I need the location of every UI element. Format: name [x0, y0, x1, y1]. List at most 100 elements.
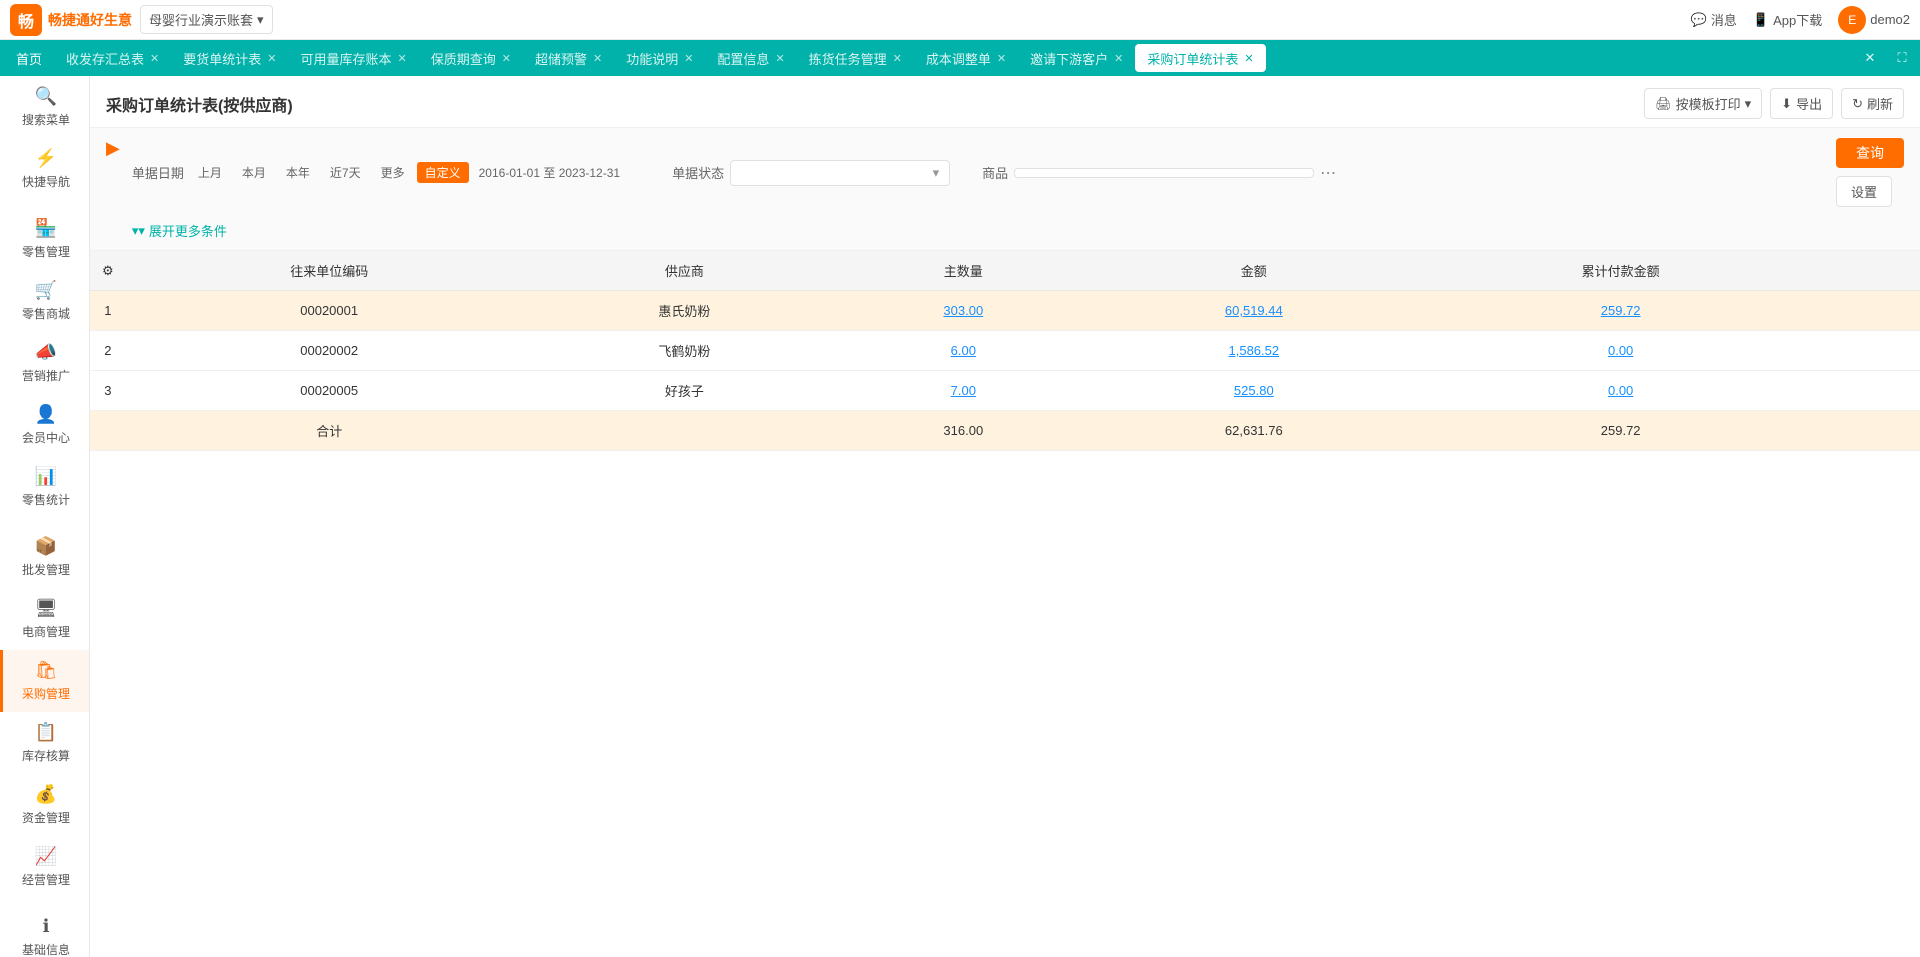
col-paid-header: 累计付款金额 [1417, 251, 1824, 291]
content-area: 采购订单统计表(按供应商) 🖨 按模板打印 ▾ ⬇ 导出 ↻ 刷新 [90, 76, 1920, 957]
tab-purchase-stats[interactable]: 采购订单统计表 ✕ [1135, 44, 1265, 72]
sidebar-item-purchase[interactable]: 🛍 采购管理 [0, 650, 89, 712]
sidebar-item-retail-store[interactable]: 🛒 零售商城 [0, 270, 89, 332]
tab-close-icon[interactable]: ✕ [593, 52, 602, 65]
sidebar-item-operation[interactable]: 📈 经营管理 [0, 836, 89, 898]
tab-close-icon[interactable]: ✕ [775, 52, 784, 65]
printer-icon: 🖨 [1655, 96, 1672, 112]
footer-empty [90, 411, 126, 451]
filter-collapse-icon[interactable]: ▶ [106, 138, 120, 159]
tab-function-desc[interactable]: 功能说明 ✕ [614, 44, 705, 72]
sidebar-item-quick-nav[interactable]: ⚡ 快捷导航 [0, 138, 89, 200]
page-title: 采购订单统计表(按供应商) [106, 92, 293, 116]
row-no: 2 [90, 331, 126, 371]
tab-receive-send[interactable]: 收发存汇总表 ✕ [54, 44, 171, 72]
sidebar-item-finance[interactable]: 💰 资金管理 [0, 774, 89, 836]
status-select[interactable]: ▾ [730, 160, 950, 186]
nav-tabs: 首页 收发存汇总表 ✕ 要货单统计表 ✕ 可用量库存账本 ✕ 保质期查询 ✕ 超… [0, 40, 1920, 76]
tab-pick-task[interactable]: 拣货任务管理 ✕ [797, 44, 914, 72]
table-row: 1 00020001 惠氏奶粉 303.00 60,519.44 259.72 [90, 291, 1920, 331]
export-icon: ⬇ [1781, 96, 1792, 112]
row-no: 1 [90, 291, 126, 331]
row-quantity[interactable]: 303.00 [836, 291, 1090, 331]
goods-settings-icon[interactable]: ⋯ [1320, 163, 1336, 183]
workspace-arrow-icon: ▾ [257, 12, 264, 28]
tab-close-icon[interactable]: ✕ [502, 52, 511, 65]
tab-config-info[interactable]: 配置信息 ✕ [705, 44, 796, 72]
row-amount[interactable]: 525.80 [1091, 371, 1418, 411]
refresh-button[interactable]: ↻ 刷新 [1841, 88, 1904, 119]
settings-button[interactable]: 设置 [1836, 176, 1892, 207]
message-action[interactable]: 💬 消息 [1691, 10, 1737, 29]
tab-close-icon[interactable]: ✕ [398, 52, 407, 65]
tab-invite-downstream[interactable]: 邀请下游客户 ✕ [1018, 44, 1135, 72]
goods-input[interactable] [1014, 168, 1314, 178]
status-filter-label: 单据状态 [672, 163, 724, 182]
nav-close-button[interactable]: ✕ [1856, 44, 1884, 72]
nav-expand-button[interactable]: ⛶ [1888, 44, 1916, 72]
date-from: 2016-01-01 [479, 166, 540, 180]
sidebar-item-basic-info[interactable]: ℹ 基础信息 [0, 906, 89, 957]
tab-expiry-query[interactable]: 保质期查询 ✕ [419, 44, 523, 72]
tab-close-icon[interactable]: ✕ [1114, 52, 1123, 65]
filter-row-2: ▾▾ 展开更多条件 [132, 215, 1904, 240]
sidebar-retail-store-label: 零售商城 [22, 305, 70, 322]
tab-available-stock[interactable]: 可用量库存账本 ✕ [288, 44, 418, 72]
tab-config-info-label: 配置信息 [717, 49, 769, 68]
tab-goods-stats[interactable]: 要货单统计表 ✕ [171, 44, 288, 72]
row-paid[interactable]: 259.72 [1417, 291, 1824, 331]
sidebar-item-retail[interactable]: 🏪 零售管理 [0, 208, 89, 270]
tab-close-icon[interactable]: ✕ [684, 52, 693, 65]
sidebar-item-wholesale[interactable]: 📦 批发管理 [0, 526, 89, 588]
app-download-action[interactable]: 📱 App下载 [1753, 10, 1822, 29]
query-button[interactable]: 查询 [1836, 138, 1904, 168]
tab-close-icon[interactable]: ✕ [997, 52, 1006, 65]
print-button[interactable]: 🖨 按模板打印 ▾ [1644, 88, 1762, 119]
sidebar-item-ecommerce[interactable]: 🖥 电商管理 [0, 588, 89, 650]
row-quantity[interactable]: 7.00 [836, 371, 1090, 411]
row-amount[interactable]: 1,586.52 [1091, 331, 1418, 371]
row-quantity[interactable]: 6.00 [836, 331, 1090, 371]
sidebar-item-member[interactable]: 👤 会员中心 [0, 394, 89, 456]
row-supplier-name: 好孩子 [533, 371, 836, 411]
footer-name-empty [533, 411, 836, 451]
sidebar-item-search[interactable]: 🔍 搜索菜单 [0, 76, 89, 138]
tab-available-stock-label: 可用量库存账本 [300, 49, 391, 68]
wholesale-icon: 📦 [35, 536, 57, 557]
shortcut-last-month[interactable]: 上月 [190, 162, 230, 183]
export-button[interactable]: ⬇ 导出 [1770, 88, 1833, 119]
sidebar-item-inventory[interactable]: 📋 库存核算 [0, 712, 89, 774]
date-custom-badge[interactable]: 自定义 [417, 162, 469, 183]
user-area[interactable]: E demo2 [1838, 6, 1910, 34]
sidebar-item-retail-stats[interactable]: 📊 零售统计 [0, 456, 89, 518]
tab-function-desc-label: 功能说明 [626, 49, 678, 68]
filter-goods: 商品 ⋯ [982, 163, 1336, 183]
col-settings-header[interactable]: ⚙ [90, 251, 126, 291]
message-icon: 💬 [1691, 12, 1707, 28]
tab-close-icon[interactable]: ✕ [1244, 52, 1253, 65]
shortcut-more[interactable]: 更多 [373, 162, 413, 183]
export-label: 导出 [1796, 94, 1822, 113]
tab-home[interactable]: 首页 [4, 44, 54, 72]
row-paid[interactable]: 0.00 [1417, 331, 1824, 371]
tab-cost-adjust[interactable]: 成本调整单 ✕ [914, 44, 1018, 72]
sidebar-ecommerce-label: 电商管理 [22, 623, 70, 640]
shortcut-this-month[interactable]: 本月 [234, 162, 274, 183]
tab-close-icon[interactable]: ✕ [893, 52, 902, 65]
row-amount[interactable]: 60,519.44 [1091, 291, 1418, 331]
tab-close-icon[interactable]: ✕ [267, 52, 276, 65]
tab-close-icon[interactable]: ✕ [150, 52, 159, 65]
row-paid[interactable]: 0.00 [1417, 371, 1824, 411]
user-avatar: E [1838, 6, 1866, 34]
shortcut-this-year[interactable]: 本年 [278, 162, 318, 183]
tab-overstock-warning[interactable]: 超储预警 ✕ [523, 44, 614, 72]
tab-overstock-warning-label: 超储预警 [535, 49, 587, 68]
sidebar-item-marketing[interactable]: 📣 营销推广 [0, 332, 89, 394]
footer-paid: 259.72 [1417, 411, 1824, 451]
expand-more-button[interactable]: ▾▾ 展开更多条件 [132, 221, 227, 240]
workspace-selector[interactable]: 母婴行业演示账套 ▾ [140, 5, 273, 34]
tab-receive-send-label: 收发存汇总表 [66, 49, 144, 68]
footer-quantity: 316.00 [836, 411, 1090, 451]
shortcut-7days[interactable]: 近7天 [322, 162, 369, 183]
quick-nav-icon: ⚡ [35, 148, 57, 169]
